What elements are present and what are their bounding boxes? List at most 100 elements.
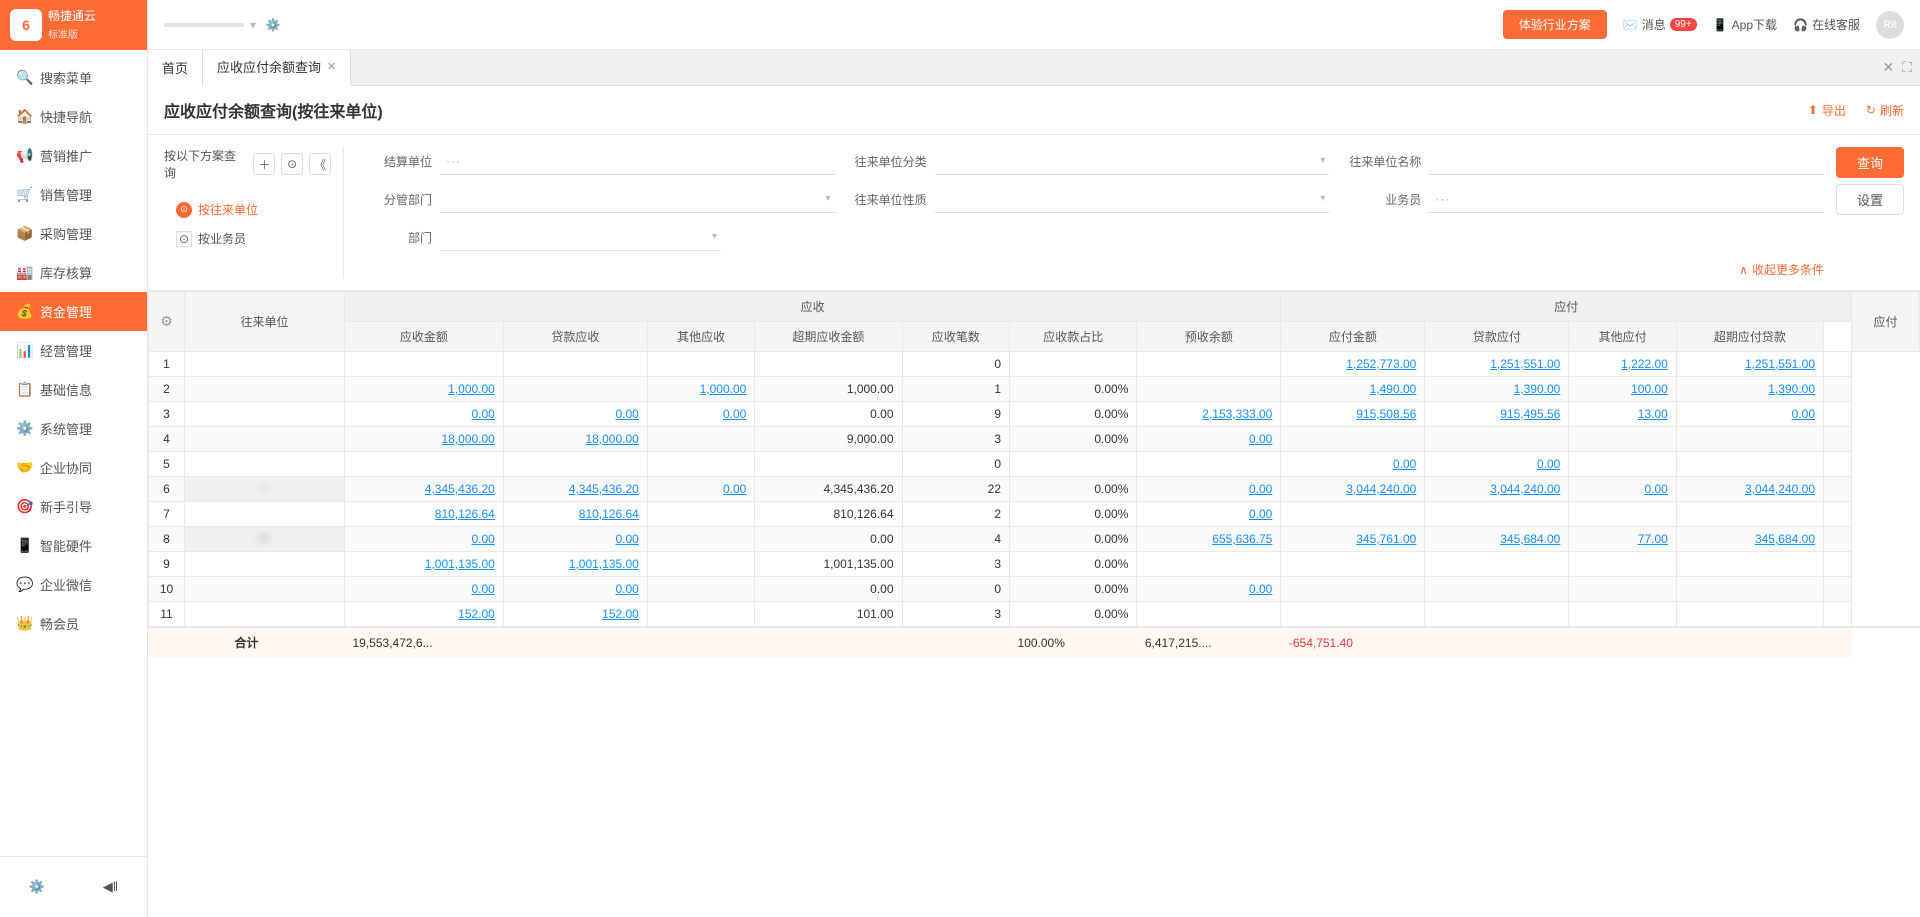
row-ap-amount[interactable]: 915,508.56 [1281, 402, 1425, 427]
export-btn[interactable]: ⬆ 导出 [1808, 102, 1846, 119]
tab-home[interactable]: 首页 [148, 50, 203, 86]
tab-close-btn[interactable]: ✕ [327, 60, 336, 73]
set-btn[interactable]: 设置 [1836, 184, 1904, 215]
row-ap-other[interactable]: 13.00 [1569, 402, 1677, 427]
footer-ar-amount[interactable]: 19,553,472,6... [345, 627, 504, 657]
row-ar-other[interactable] [647, 577, 755, 602]
row-ar-loan[interactable]: 4,345,436.20 [503, 477, 647, 502]
sidebar-item-corp-collab[interactable]: 🤝 企业协同 [0, 448, 147, 487]
row-ap-amount[interactable]: 1,252,773.00 [1281, 352, 1425, 377]
row-ap-amount[interactable] [1281, 577, 1425, 602]
row-ap-amount[interactable]: 0.00 [1281, 452, 1425, 477]
row-ap-other[interactable]: 100.00 [1569, 377, 1677, 402]
footer-ar-prepay[interactable]: 6,417,215.... [1137, 627, 1281, 657]
sidebar-item-search-menu[interactable]: 🔍 搜索菜单 [0, 58, 147, 97]
row-ar-other[interactable]: 0.00 [647, 402, 755, 427]
row-ar-prepay[interactable]: 655,636.75 [1137, 527, 1281, 552]
sidebar-item-quick-nav[interactable]: 🏠 快捷导航 [0, 97, 147, 136]
row-ar-amount[interactable]: 152.00 [345, 602, 504, 628]
partner-category-input[interactable]: ▾ [935, 147, 1330, 175]
row-ar-loan[interactable]: 0.00 [503, 577, 647, 602]
dept-manage-input[interactable]: ▾ [440, 185, 835, 213]
row-ap-loan[interactable] [1425, 577, 1569, 602]
row-ar-loan[interactable]: 810,126.64 [503, 502, 647, 527]
sidebar-settings-btn[interactable]: ⚙️ [13, 871, 61, 903]
row-ar-amount[interactable] [345, 452, 504, 477]
salesperson-input[interactable]: ··· [1429, 185, 1824, 213]
tab-expand-btn[interactable]: ⛶ [1902, 59, 1912, 76]
row-ar-other[interactable]: 0.00 [647, 477, 755, 502]
row-ap-loan[interactable]: 0.00 [1425, 452, 1569, 477]
row-ap-other[interactable] [1569, 427, 1677, 452]
sidebar-item-corp-wx[interactable]: 💬 企业微信 [0, 565, 147, 604]
app-download-btn[interactable]: 📱 App下载 [1713, 16, 1777, 33]
tab-close-all-btn[interactable]: ✕ [1882, 59, 1894, 76]
row-ap-loan[interactable]: 915,495.56 [1425, 402, 1569, 427]
row-ar-amount[interactable] [345, 352, 504, 377]
online-service-btn[interactable]: 🎧 在线客服 [1793, 16, 1860, 33]
tab-ar-ap[interactable]: 应收应付余额查询 ✕ [203, 50, 351, 86]
row-ap-overdue[interactable] [1676, 577, 1823, 602]
row-ap-amount[interactable] [1281, 552, 1425, 577]
row-ap-loan[interactable]: 345,684.00 [1425, 527, 1569, 552]
row-ap-overdue[interactable] [1676, 602, 1823, 628]
row-ar-prepay[interactable] [1137, 352, 1281, 377]
solution-btn[interactable]: 体验行业方案 [1503, 10, 1607, 39]
sidebar-item-sales[interactable]: 🛒 销售管理 [0, 175, 147, 214]
method-by-salesperson[interactable]: ⊙ 按业务员 [164, 226, 331, 251]
row-ar-loan[interactable] [503, 352, 647, 377]
row-ar-amount[interactable]: 18,000.00 [345, 427, 504, 452]
sidebar-item-finance[interactable]: 💰 资金管理 [0, 292, 147, 331]
row-ar-loan[interactable] [503, 452, 647, 477]
query-btn[interactable]: 查询 [1836, 147, 1904, 178]
row-ap-loan[interactable] [1425, 502, 1569, 527]
row-ar-amount[interactable]: 1,001,135.00 [345, 552, 504, 577]
user-avatar-btn[interactable]: Rit [1876, 11, 1904, 39]
row-ar-prepay[interactable]: 0.00 [1137, 577, 1281, 602]
row-ap-overdue[interactable] [1676, 552, 1823, 577]
row-ar-loan[interactable]: 152.00 [503, 602, 647, 628]
row-ar-other[interactable] [647, 527, 755, 552]
row-ar-amount[interactable]: 810,126.64 [345, 502, 504, 527]
row-ap-loan[interactable]: 3,044,240.00 [1425, 477, 1569, 502]
filter-collapse-btn[interactable]: 《 [309, 153, 331, 175]
row-ap-other[interactable]: 1,222.00 [1569, 352, 1677, 377]
row-ap-loan[interactable] [1425, 552, 1569, 577]
row-ar-prepay[interactable] [1137, 452, 1281, 477]
refresh-btn[interactable]: ↻ 刷新 [1866, 102, 1904, 119]
row-ap-overdue[interactable]: 0.00 [1676, 402, 1823, 427]
sidebar-collapse-btn[interactable]: ◀‖ [87, 871, 134, 903]
row-ar-loan[interactable]: 0.00 [503, 527, 647, 552]
row-ar-prepay[interactable] [1137, 552, 1281, 577]
row-ar-prepay[interactable]: 2,153,333.00 [1137, 402, 1281, 427]
row-ar-loan[interactable]: 18,000.00 [503, 427, 647, 452]
row-ar-other[interactable] [647, 602, 755, 628]
row-ap-amount[interactable]: 345,761.00 [1281, 527, 1425, 552]
row-ar-prepay[interactable]: 0.00 [1137, 427, 1281, 452]
row-ap-loan[interactable]: 1,251,551.00 [1425, 352, 1569, 377]
row-ap-other[interactable] [1569, 602, 1677, 628]
row-ap-overdue[interactable]: 3,044,240.00 [1676, 477, 1823, 502]
row-ar-loan[interactable]: 0.00 [503, 402, 647, 427]
row-ap-amount[interactable]: 3,044,240.00 [1281, 477, 1425, 502]
row-ap-overdue[interactable] [1676, 502, 1823, 527]
partner-nature-input[interactable]: ▾ [935, 185, 1330, 213]
row-ar-other[interactable] [647, 352, 755, 377]
filter-add-btn[interactable]: ＋ [253, 153, 275, 175]
sidebar-item-basic-info[interactable]: 📋 基础信息 [0, 370, 147, 409]
row-ap-other[interactable]: 0.00 [1569, 477, 1677, 502]
sidebar-item-operation[interactable]: 📊 经营管理 [0, 331, 147, 370]
sidebar-item-purchase[interactable]: 📦 采购管理 [0, 214, 147, 253]
partner-name-input[interactable] [1429, 147, 1824, 175]
row-ap-other[interactable]: 77.00 [1569, 527, 1677, 552]
row-ap-loan[interactable] [1425, 427, 1569, 452]
row-ap-other[interactable] [1569, 452, 1677, 477]
sidebar-item-marketing[interactable]: 📢 营销推广 [0, 136, 147, 175]
message-btn[interactable]: ✉️ 消息 99+ [1623, 16, 1697, 33]
row-ap-amount[interactable] [1281, 502, 1425, 527]
header-gear-btn[interactable]: ⚙️ [262, 14, 284, 36]
row-ar-prepay[interactable] [1137, 602, 1281, 628]
row-ar-other[interactable] [647, 452, 755, 477]
sidebar-item-inventory[interactable]: 🏭 库存核算 [0, 253, 147, 292]
dept-input[interactable]: ▾ [440, 223, 721, 251]
